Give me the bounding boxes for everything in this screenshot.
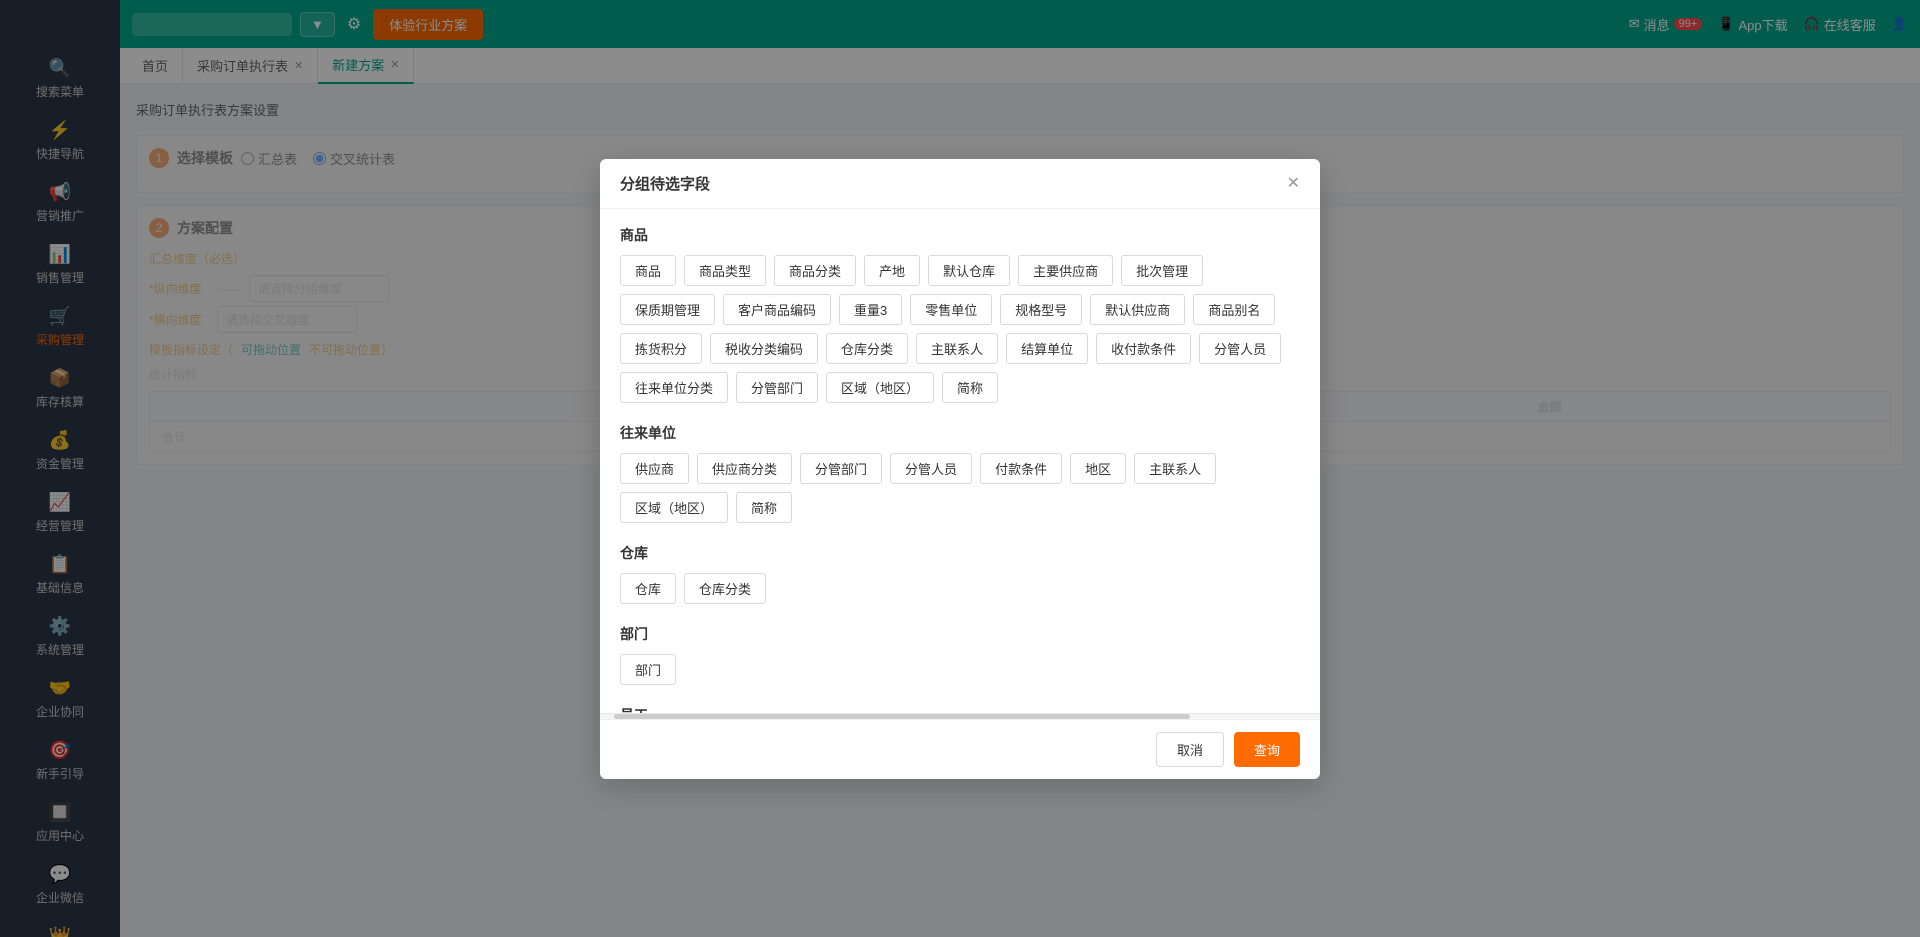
- dialog-hscroll-thumb: [614, 714, 1190, 719]
- chip-product-category[interactable]: 商品分类: [774, 255, 856, 286]
- modal-overlay: 分组待选字段 ✕ 商品 商品 商品类型 商品分类 产地 默认仓库 主要供应商 批…: [0, 0, 1920, 937]
- chip-partner-category[interactable]: 往来单位分类: [620, 372, 728, 403]
- dialog-footer: 取消 查询: [600, 719, 1320, 779]
- chip-origin[interactable]: 产地: [864, 255, 920, 286]
- chip-dept[interactable]: 部门: [620, 654, 676, 685]
- field-group-employee-title: 员工: [620, 705, 1300, 713]
- chip-warehouse-category[interactable]: 仓库分类: [826, 333, 908, 364]
- chip-pick-points[interactable]: 拣货积分: [620, 333, 702, 364]
- field-group-partner-title: 往来单位: [620, 423, 1300, 443]
- chip-warehouse[interactable]: 仓库: [620, 573, 676, 604]
- chip-tax-code[interactable]: 税收分类编码: [710, 333, 818, 364]
- field-group-warehouse: 仓库 仓库 仓库分类: [620, 543, 1300, 604]
- chip-weight[interactable]: 重量3: [839, 294, 902, 325]
- chip-product-type[interactable]: 商品类型: [684, 255, 766, 286]
- dialog-title: 分组待选字段: [620, 173, 710, 194]
- cancel-button[interactable]: 取消: [1156, 732, 1224, 767]
- chip-supplier-category[interactable]: 供应商分类: [697, 453, 792, 484]
- chip-region-partner[interactable]: 区域（地区）: [620, 492, 728, 523]
- product-field-chips: 商品 商品类型 商品分类 产地 默认仓库 主要供应商 批次管理 保质期管理 客户…: [620, 255, 1300, 403]
- chip-settlement-unit[interactable]: 结算单位: [1006, 333, 1088, 364]
- dialog-close-button[interactable]: ✕: [1287, 173, 1300, 193]
- chip-spec-model[interactable]: 规格型号: [1000, 294, 1082, 325]
- warehouse-field-chips: 仓库 仓库分类: [620, 573, 1300, 604]
- chip-short-name-partner[interactable]: 简称: [736, 492, 792, 523]
- field-group-product: 商品 商品 商品类型 商品分类 产地 默认仓库 主要供应商 批次管理 保质期管理…: [620, 225, 1300, 403]
- dialog-body[interactable]: 商品 商品 商品类型 商品分类 产地 默认仓库 主要供应商 批次管理 保质期管理…: [600, 209, 1320, 713]
- dialog-header: 分组待选字段 ✕: [600, 159, 1320, 209]
- chip-retail-unit[interactable]: 零售单位: [910, 294, 992, 325]
- field-group-dept-title: 部门: [620, 624, 1300, 644]
- chip-dept-partner[interactable]: 分管部门: [800, 453, 882, 484]
- field-group-partner: 往来单位 供应商 供应商分类 分管部门 分管人员 付款条件 地区 主联系人 区域…: [620, 423, 1300, 523]
- field-group-product-title: 商品: [620, 225, 1300, 245]
- chip-managing-dept[interactable]: 分管部门: [736, 372, 818, 403]
- dept-field-chips: 部门: [620, 654, 1300, 685]
- field-select-dialog: 分组待选字段 ✕ 商品 商品 商品类型 商品分类 产地 默认仓库 主要供应商 批…: [600, 159, 1320, 779]
- chip-product-alias[interactable]: 商品别名: [1193, 294, 1275, 325]
- partner-field-chips: 供应商 供应商分类 分管部门 分管人员 付款条件 地区 主联系人 区域（地区） …: [620, 453, 1300, 523]
- chip-batch-mgmt[interactable]: 批次管理: [1121, 255, 1203, 286]
- chip-shelf-life[interactable]: 保质期管理: [620, 294, 715, 325]
- chip-supplier[interactable]: 供应商: [620, 453, 689, 484]
- chip-product[interactable]: 商品: [620, 255, 676, 286]
- chip-region-product[interactable]: 区域（地区）: [826, 372, 934, 403]
- chip-default-supplier[interactable]: 默认供应商: [1090, 294, 1185, 325]
- field-group-employee: 员工 业务员: [620, 705, 1300, 713]
- chip-payment-terms[interactable]: 收付款条件: [1096, 333, 1191, 364]
- chip-warehouse-cat[interactable]: 仓库分类: [684, 573, 766, 604]
- confirm-button[interactable]: 查询: [1234, 732, 1300, 767]
- chip-main-supplier[interactable]: 主要供应商: [1018, 255, 1113, 286]
- chip-main-contact[interactable]: 主联系人: [916, 333, 998, 364]
- chip-area-partner[interactable]: 地区: [1070, 453, 1126, 484]
- field-group-dept: 部门 部门: [620, 624, 1300, 685]
- chip-short-name-product[interactable]: 简称: [942, 372, 998, 403]
- chip-customer-sku[interactable]: 客户商品编码: [723, 294, 831, 325]
- chip-person-partner[interactable]: 分管人员: [890, 453, 972, 484]
- chip-payment-cond[interactable]: 付款条件: [980, 453, 1062, 484]
- dialog-hscroll[interactable]: [600, 713, 1320, 719]
- chip-supervisor[interactable]: 分管人员: [1199, 333, 1281, 364]
- chip-default-warehouse[interactable]: 默认仓库: [928, 255, 1010, 286]
- chip-contact-partner[interactable]: 主联系人: [1134, 453, 1216, 484]
- field-group-warehouse-title: 仓库: [620, 543, 1300, 563]
